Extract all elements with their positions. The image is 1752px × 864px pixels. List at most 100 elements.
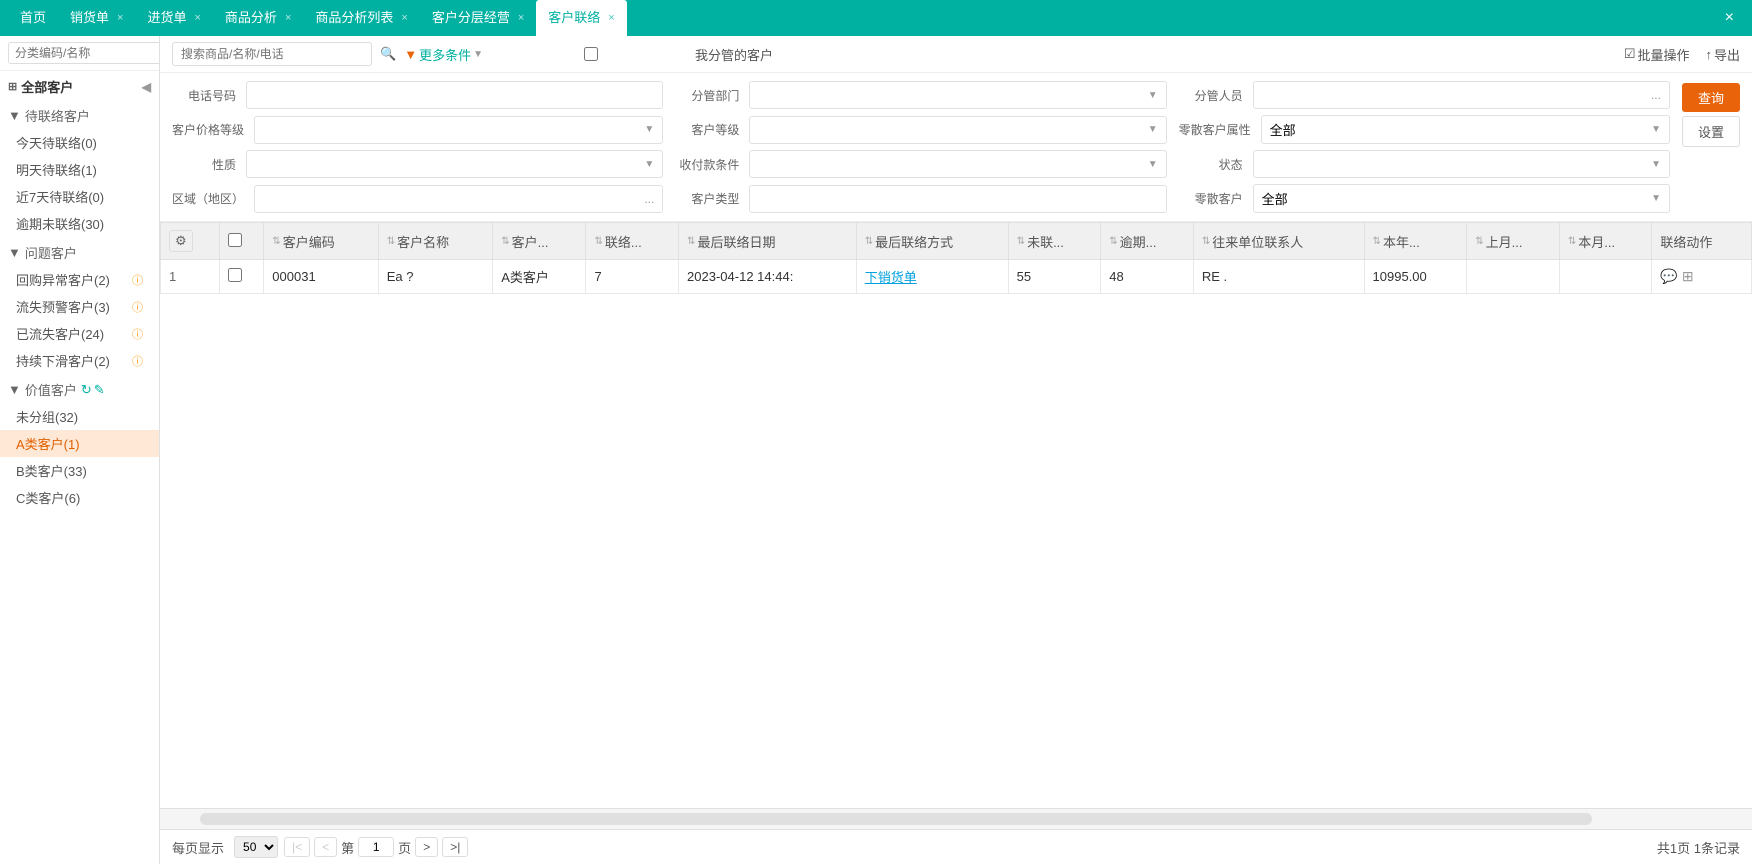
- sidebar-item-today-pending[interactable]: 今天待联络(0): [0, 129, 159, 156]
- row-last-method-cell: 下销货单: [856, 260, 1008, 294]
- select-all-checkbox[interactable]: [228, 233, 242, 247]
- tab-product-analysis[interactable]: 商品分析 ×: [213, 0, 303, 36]
- status-label: 状态: [1179, 156, 1249, 173]
- col-last-contact-date[interactable]: ⇅ 最后联络日期: [679, 223, 857, 260]
- sidebar-item-repurchase-anomaly[interactable]: 回购异常客户(2) ⓘ: [0, 266, 159, 293]
- tab-product-analysis-list[interactable]: 商品分析列表 ×: [303, 0, 419, 36]
- tab-customer-segment[interactable]: 客户分层经营 ×: [420, 0, 536, 36]
- sidebar-item-churn-warning[interactable]: 流失预警客户(3) ⓘ: [0, 293, 159, 320]
- page-number-input[interactable]: [358, 837, 394, 857]
- price-level-select[interactable]: ▼: [254, 116, 663, 144]
- customer-type-input[interactable]: [749, 185, 1166, 213]
- col-this-year[interactable]: ⇅ 本年...: [1364, 223, 1467, 260]
- col-last-contact-method[interactable]: ⇅ 最后联络方式: [856, 223, 1008, 260]
- col-customer-code[interactable]: ⇅ 客户编码: [264, 223, 378, 260]
- export-button[interactable]: ↑ 导出: [1705, 45, 1740, 64]
- sidebar-item-unclassified[interactable]: 未分组(32): [0, 403, 159, 430]
- nature-select[interactable]: ▼: [246, 150, 663, 178]
- edit-icon[interactable]: ✎: [94, 382, 105, 398]
- payment-select[interactable]: ▼: [749, 150, 1166, 178]
- dept-arrow-icon: ▼: [1148, 90, 1158, 101]
- set-button[interactable]: 设置: [1682, 116, 1740, 147]
- sidebar-group-problem: ▼ 问题客户 回购异常客户(2) ⓘ 流失预警客户(3) ⓘ 已流失客户(24)…: [0, 239, 159, 374]
- refresh-icon[interactable]: ↻: [81, 382, 92, 398]
- my-customer-checkbox-area[interactable]: 我分管的客户: [491, 45, 773, 64]
- close-tab-sales[interactable]: ×: [117, 0, 123, 36]
- status-select[interactable]: ▼: [1253, 150, 1670, 178]
- table-header-row: ⚙ ⇅ 客户编码 ⇅: [161, 223, 1752, 260]
- last-page-button[interactable]: >|: [442, 837, 468, 857]
- close-tab-segment[interactable]: ×: [518, 0, 524, 36]
- horizontal-scrollbar[interactable]: [200, 813, 1592, 825]
- sidebar-item-7days-pending[interactable]: 近7天待联络(0): [0, 183, 159, 210]
- sidebar-group-problem-title[interactable]: ▼ 问题客户: [0, 239, 159, 266]
- col-unit-contact[interactable]: ⇅ 往来单位联系人: [1193, 223, 1364, 260]
- first-page-button[interactable]: |<: [284, 837, 310, 857]
- sidebar-collapse-button[interactable]: ◀: [142, 80, 151, 94]
- region-input[interactable]: ...: [254, 185, 663, 213]
- my-customer-checkbox[interactable]: [491, 47, 691, 61]
- batch-operation-button[interactable]: ☑ 批量操作: [1624, 45, 1690, 64]
- retail-attr-select[interactable]: 全部 ▼: [1261, 115, 1670, 144]
- more-filter-button[interactable]: ▼ 更多条件 ▼: [404, 45, 483, 64]
- sidebar-all-customers-header[interactable]: ⊞ 全部客户 ◀: [0, 71, 159, 102]
- group-arrow-icon: ▼: [8, 108, 21, 123]
- prev-page-button[interactable]: <: [314, 837, 337, 857]
- filter-row-1: 电话号码 分管部门 ▼ 分管人员: [172, 81, 1670, 109]
- main-search-button[interactable]: 🔍: [380, 46, 396, 62]
- tab-purchase-order[interactable]: 进货单 ×: [135, 0, 212, 36]
- filter-customer-level: 客户等级 ▼: [675, 116, 1166, 144]
- close-tab-purchase[interactable]: ×: [194, 0, 200, 36]
- close-window-button[interactable]: ×: [1715, 9, 1744, 27]
- person-input[interactable]: ...: [1253, 81, 1670, 109]
- filter-phone: 电话号码: [172, 81, 663, 109]
- filter-person: 分管人员 ...: [1179, 81, 1670, 109]
- home-button[interactable]: 首页: [8, 0, 58, 36]
- close-tab-contact[interactable]: ×: [608, 0, 614, 36]
- sidebar-item-tomorrow-pending[interactable]: 明天待联络(1): [0, 156, 159, 183]
- sidebar-item-c-class[interactable]: C类客户(6): [0, 484, 159, 511]
- phone-input[interactable]: [246, 81, 663, 109]
- col-name-sort-icon: ⇅: [387, 236, 395, 247]
- next-page-button[interactable]: >: [415, 837, 438, 857]
- col-year-sort-icon: ⇅: [1373, 236, 1381, 247]
- person-dots-icon: ...: [1651, 88, 1661, 102]
- tab-sales-order[interactable]: 销货单 ×: [58, 0, 135, 36]
- query-button[interactable]: 查询: [1682, 83, 1740, 112]
- col-not-contacted[interactable]: ⇅ 未联...: [1008, 223, 1101, 260]
- person-label: 分管人员: [1179, 87, 1249, 104]
- tab-customer-contact[interactable]: 客户联络 ×: [536, 0, 626, 36]
- main-search-input[interactable]: [172, 42, 372, 66]
- sidebar-item-overdue-contact[interactable]: 逾期未联络(30): [0, 210, 159, 237]
- col-overdue[interactable]: ⇅ 逾期...: [1101, 223, 1194, 260]
- dept-select[interactable]: ▼: [749, 81, 1166, 109]
- sidebar-group-pending-title[interactable]: ▼ 待联络客户: [0, 102, 159, 129]
- row-overdue-cell: 48: [1101, 260, 1194, 294]
- per-page-select[interactable]: 50: [234, 836, 278, 858]
- last-contact-method-link[interactable]: 下销货单: [865, 270, 917, 285]
- col-last-month[interactable]: ⇅ 上月...: [1467, 223, 1560, 260]
- status-arrow-icon: ▼: [1651, 159, 1661, 170]
- sidebar-search-input[interactable]: [8, 42, 160, 64]
- column-settings-button[interactable]: ⚙: [169, 230, 193, 252]
- customer-level-select[interactable]: ▼: [749, 116, 1166, 144]
- col-contact-count[interactable]: ⇅ 联络...: [586, 223, 679, 260]
- page-navigation-buttons: |< < 第 页 > >|: [284, 837, 468, 857]
- comment-icon[interactable]: 💬: [1660, 268, 1677, 285]
- col-customer-name[interactable]: ⇅ 客户名称: [378, 223, 492, 260]
- sidebar-group-value-title[interactable]: ▼ 价值客户 ↻ ✎: [0, 376, 159, 403]
- qrcode-icon[interactable]: ⊞: [1682, 268, 1694, 285]
- col-contact-action: 联络动作: [1652, 223, 1752, 260]
- col-customer-type[interactable]: ⇅ 客户...: [493, 223, 586, 260]
- row-checkbox[interactable]: [228, 268, 242, 282]
- sidebar-item-declining[interactable]: 持续下滑客户(2) ⓘ: [0, 347, 159, 374]
- close-tab-analysis-list[interactable]: ×: [401, 0, 407, 36]
- close-tab-analysis[interactable]: ×: [285, 0, 291, 36]
- sidebar-item-b-class[interactable]: B类客户(33): [0, 457, 159, 484]
- sidebar-item-churned[interactable]: 已流失客户(24) ⓘ: [0, 320, 159, 347]
- retail-customer-select[interactable]: 全部 ▼: [1253, 184, 1670, 213]
- sidebar-item-a-class[interactable]: A类客户(1): [0, 430, 159, 457]
- filter-row-4: 区域（地区） ... 客户类型: [172, 184, 1670, 213]
- filter-region: 区域（地区） ...: [172, 185, 663, 213]
- col-this-month[interactable]: ⇅ 本月...: [1559, 223, 1652, 260]
